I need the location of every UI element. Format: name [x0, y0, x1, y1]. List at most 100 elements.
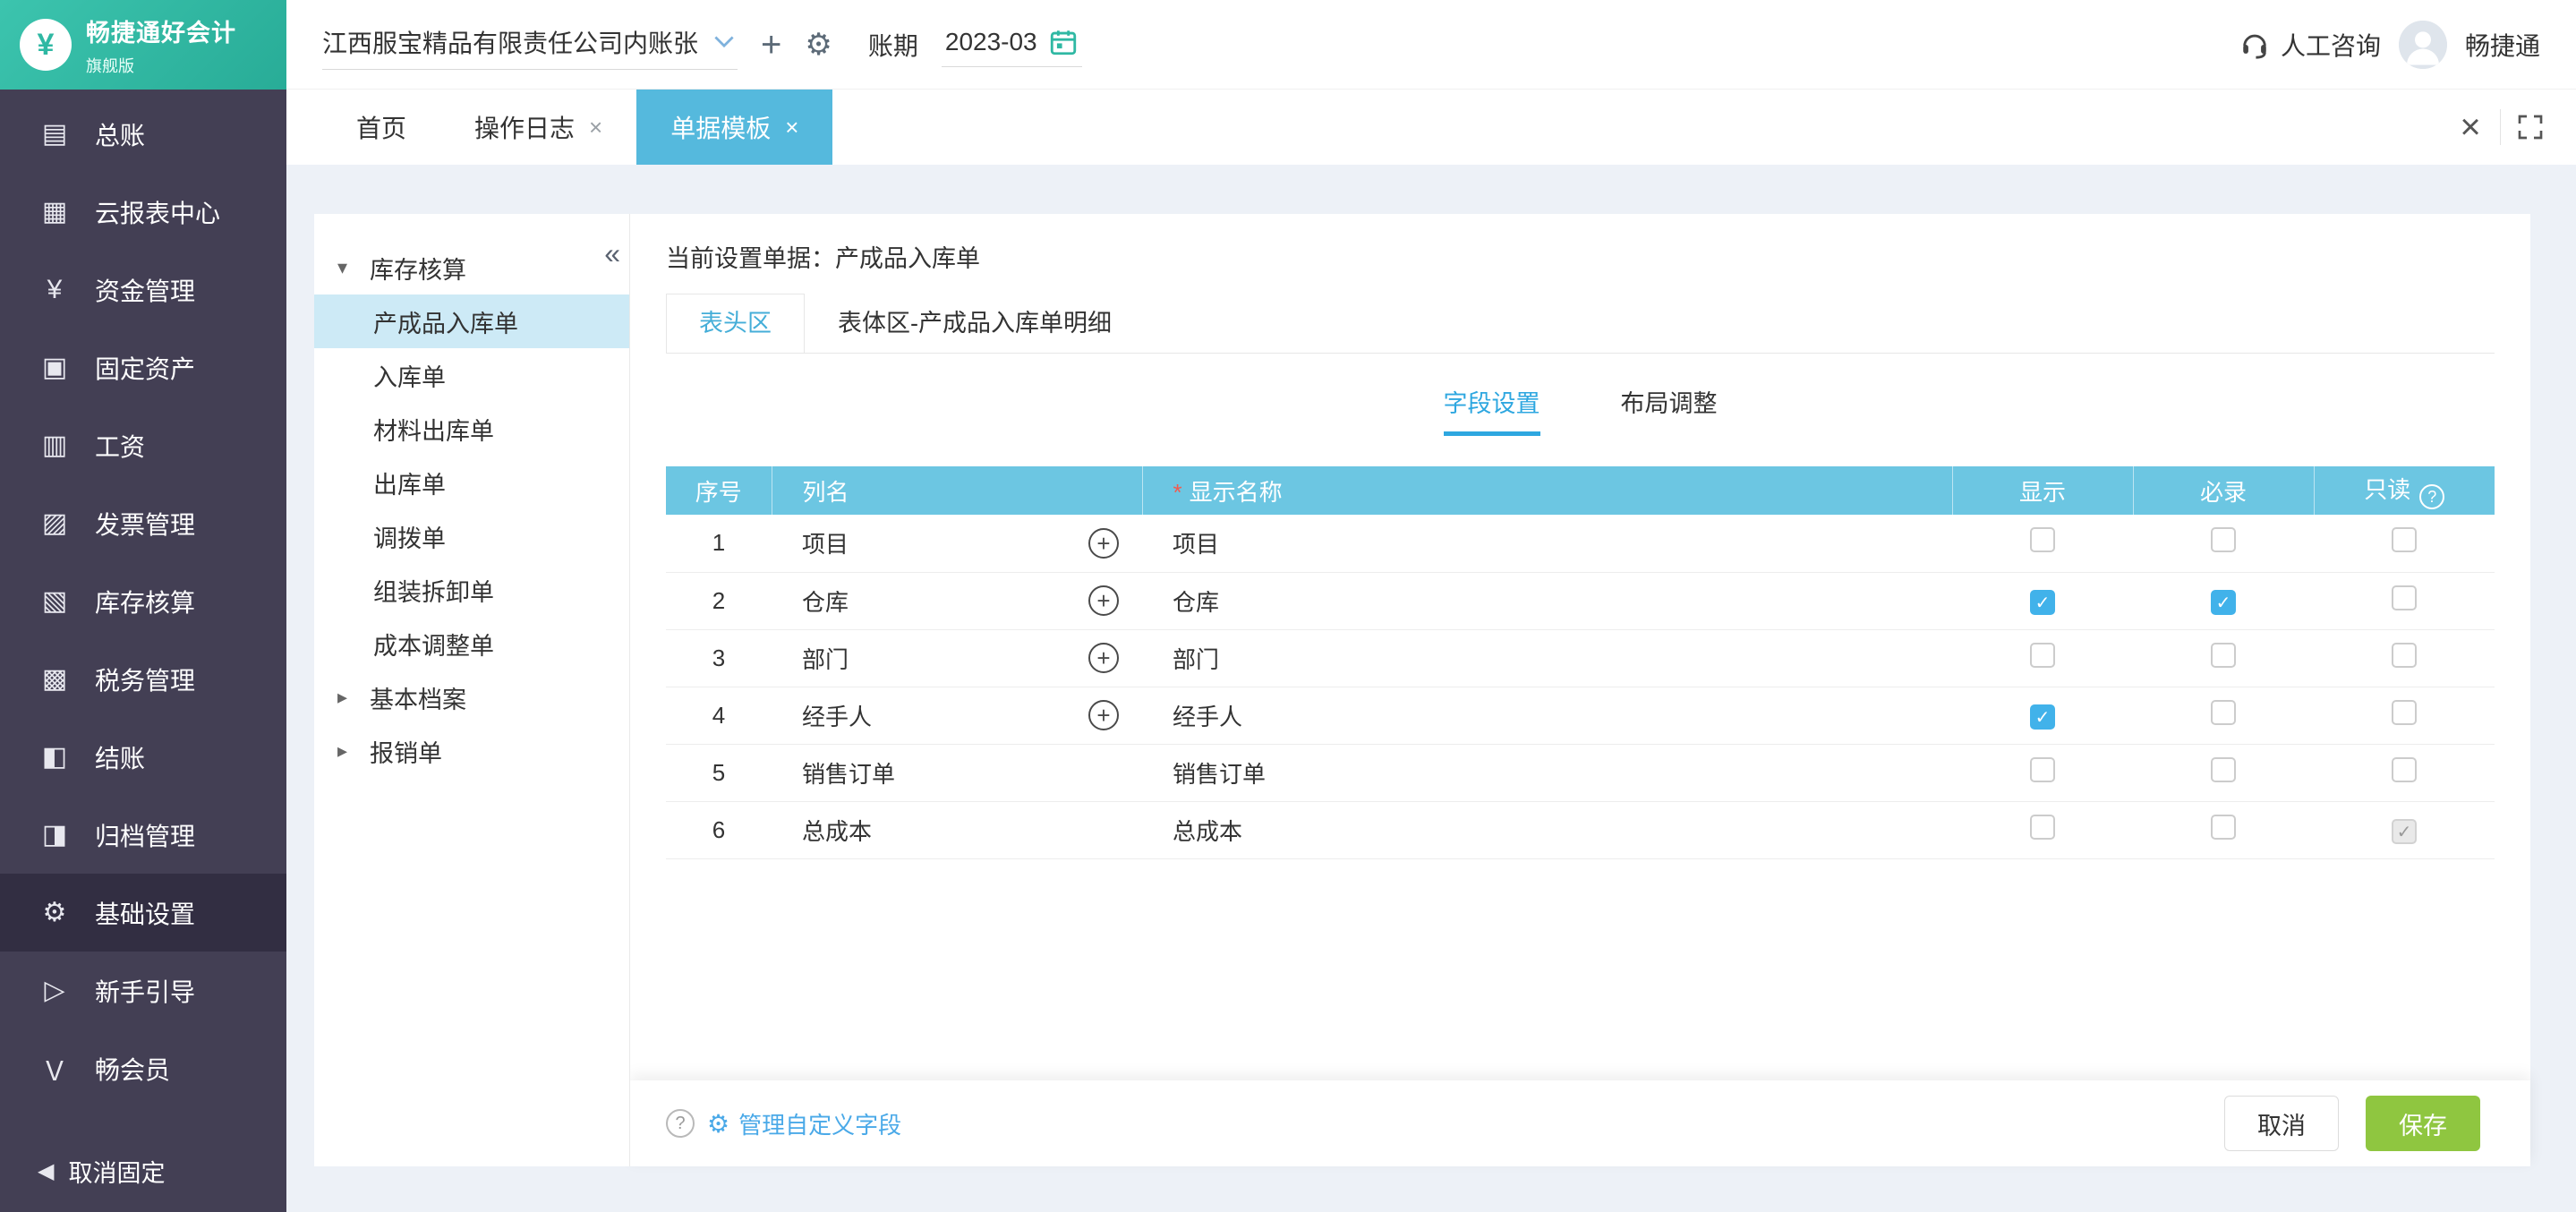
archive-icon: ◨ [41, 820, 68, 849]
cell-display-name[interactable]: 部门 [1142, 629, 1952, 687]
topbar-right: 人工咨询 畅捷通 [2239, 20, 2540, 69]
sidebar-item-fixed-assets[interactable]: ▣ 固定资产 [0, 329, 286, 406]
readonly-checkbox[interactable] [2392, 699, 2417, 725]
cell-seq: 4 [666, 687, 772, 745]
cancel-button[interactable]: 取消 [2224, 1096, 2339, 1151]
cell-show [1952, 629, 2133, 687]
required-checkbox[interactable] [2211, 699, 2236, 725]
tab-label: 单据模板 [670, 115, 772, 142]
gear-icon: ⚙ [707, 1109, 730, 1138]
required-checkbox[interactable] [2211, 642, 2236, 668]
readonly-checkbox[interactable] [2392, 642, 2417, 668]
sidebar-item-salary[interactable]: ▥ 工资 [0, 406, 286, 484]
closing-icon: ◧ [41, 742, 68, 772]
sidebar-unpin-button[interactable]: ◀ 取消固定 [0, 1130, 286, 1212]
add-field-icon[interactable]: + [1088, 585, 1119, 616]
add-field-icon[interactable]: + [1088, 700, 1119, 730]
sidebar-item-closing[interactable]: ◧ 结账 [0, 718, 286, 796]
cell-column-name: 项目 + [772, 515, 1142, 573]
collapse-tree-button[interactable]: « [604, 237, 620, 270]
header-required: 必录 [2133, 466, 2315, 515]
sidebar-item-invoice-management[interactable]: ▨ 发票管理 [0, 484, 286, 562]
tree-item[interactable]: 出库单 [314, 456, 629, 509]
tree-group[interactable]: ▾ 库存核算 [314, 241, 629, 294]
tab-home[interactable]: 首页 [322, 90, 440, 165]
required-checkbox[interactable] [2211, 814, 2236, 840]
sidebar-item-basic-settings[interactable]: ⚙ 基础设置 [0, 874, 286, 952]
tree-panel-nodes: ▾ 库存核算 产成品入库单 入库单 材料出库单 出库单 调拨单 组装拆卸单 成本… [314, 241, 629, 778]
required-checkbox[interactable] [2211, 527, 2236, 553]
setting-tab[interactable]: 字段设置 [1443, 384, 1540, 436]
close-all-tabs-button[interactable]: × [2441, 107, 2500, 148]
question-icon[interactable]: ? [666, 1109, 695, 1138]
sidebar-item-beginner-guide[interactable]: ▷ 新手引导 [0, 952, 286, 1029]
tab-doc-template[interactable]: 单据模板 × [636, 90, 833, 165]
tree-group[interactable]: ▸ 报销单 [314, 724, 629, 778]
tree-item[interactable]: 入库单 [314, 348, 629, 402]
required-checkbox[interactable] [2211, 589, 2236, 615]
support-button[interactable]: 人工咨询 [2239, 27, 2381, 63]
setting-tabs: 字段设置 布局调整 [666, 384, 2495, 436]
tree-item[interactable]: 产成品入库单 [314, 294, 629, 348]
account-settings-gear-icon[interactable]: ⚙ [805, 30, 832, 60]
tree-item[interactable]: 调拨单 [314, 509, 629, 563]
help-icon[interactable]: ? [2419, 484, 2445, 510]
tree-caret-icon: ▸ [337, 686, 348, 708]
readonly-checkbox[interactable] [2392, 527, 2417, 553]
sidebar-item-funds-management[interactable]: ¥ 资金管理 [0, 251, 286, 329]
manage-custom-fields-link[interactable]: ⚙ 管理自定义字段 [707, 1107, 901, 1140]
cell-readonly [2314, 572, 2495, 630]
username[interactable]: 畅捷通 [2465, 27, 2540, 63]
cell-display-name[interactable]: 销售订单 [1142, 744, 1952, 802]
save-button[interactable]: 保存 [2366, 1096, 2480, 1151]
company-selector[interactable]: 江西服宝精品有限责任公司内账张 [322, 19, 738, 70]
add-account-set-button[interactable]: + [761, 27, 781, 63]
cell-column-name: 销售订单 [772, 744, 1142, 802]
ledger-icon: ▤ [41, 119, 68, 149]
cell-show [1952, 687, 2133, 745]
region-tab[interactable]: 表头区 [666, 294, 805, 353]
sidebar-item-tax-management[interactable]: ▩ 税务管理 [0, 640, 286, 718]
readonly-checkbox[interactable] [2392, 585, 2417, 610]
cell-readonly [2314, 629, 2495, 687]
readonly-checkbox[interactable] [2392, 756, 2417, 782]
tab-label: 操作日志 [474, 115, 576, 142]
column-name-text: 项目 [802, 531, 849, 559]
tab-close-icon[interactable]: × [785, 114, 798, 141]
tree-group[interactable]: ▸ 基本档案 [314, 670, 629, 724]
readonly-checkbox[interactable] [2392, 818, 2417, 844]
show-checkbox[interactable] [2030, 756, 2055, 782]
tree-item[interactable]: 组装拆卸单 [314, 563, 629, 617]
tab-close-icon[interactable]: × [589, 114, 602, 141]
fullscreen-button[interactable] [2501, 113, 2560, 141]
tree-item[interactable]: 材料出库单 [314, 402, 629, 456]
sidebar-item-label: 畅会员 [95, 1055, 171, 1084]
tree-caret-icon: ▸ [337, 739, 348, 762]
required-checkbox[interactable] [2211, 756, 2236, 782]
cell-display-name[interactable]: 项目 [1142, 515, 1952, 573]
period-picker[interactable]: 2023-03 [941, 21, 1082, 67]
avatar[interactable] [2398, 20, 2447, 69]
support-label: 人工咨询 [2280, 31, 2381, 60]
add-field-icon[interactable]: + [1088, 643, 1119, 673]
show-checkbox[interactable] [2030, 704, 2055, 730]
cell-display-name[interactable]: 仓库 [1142, 572, 1952, 630]
region-tab[interactable]: 表体区-产成品入库单明细 [805, 294, 1145, 353]
tab-operation-log[interactable]: 操作日志 × [440, 90, 636, 165]
show-checkbox[interactable] [2030, 642, 2055, 668]
sidebar-item-member[interactable]: Ｖ 畅会员 [0, 1029, 286, 1107]
tree-item-label: 材料出库单 [373, 417, 494, 445]
show-checkbox[interactable] [2030, 527, 2055, 553]
cell-display-name[interactable]: 经手人 [1142, 687, 1952, 745]
show-checkbox[interactable] [2030, 814, 2055, 840]
sidebar-item-general-ledger[interactable]: ▤ 总账 [0, 95, 286, 173]
add-field-icon[interactable]: + [1088, 527, 1119, 559]
show-checkbox[interactable] [2030, 589, 2055, 615]
cell-display-name[interactable]: 总成本 [1142, 801, 1952, 859]
sidebar-item-archive-management[interactable]: ◨ 归档管理 [0, 796, 286, 874]
tree-item[interactable]: 成本调整单 [314, 617, 629, 670]
sidebar-item-cloud-report-center[interactable]: ▦ 云报表中心 [0, 173, 286, 251]
sidebar-item-inventory-accounting[interactable]: ▧ 库存核算 [0, 562, 286, 640]
setting-tab[interactable]: 布局调整 [1621, 384, 1718, 436]
column-name-text: 仓库 [802, 588, 849, 616]
